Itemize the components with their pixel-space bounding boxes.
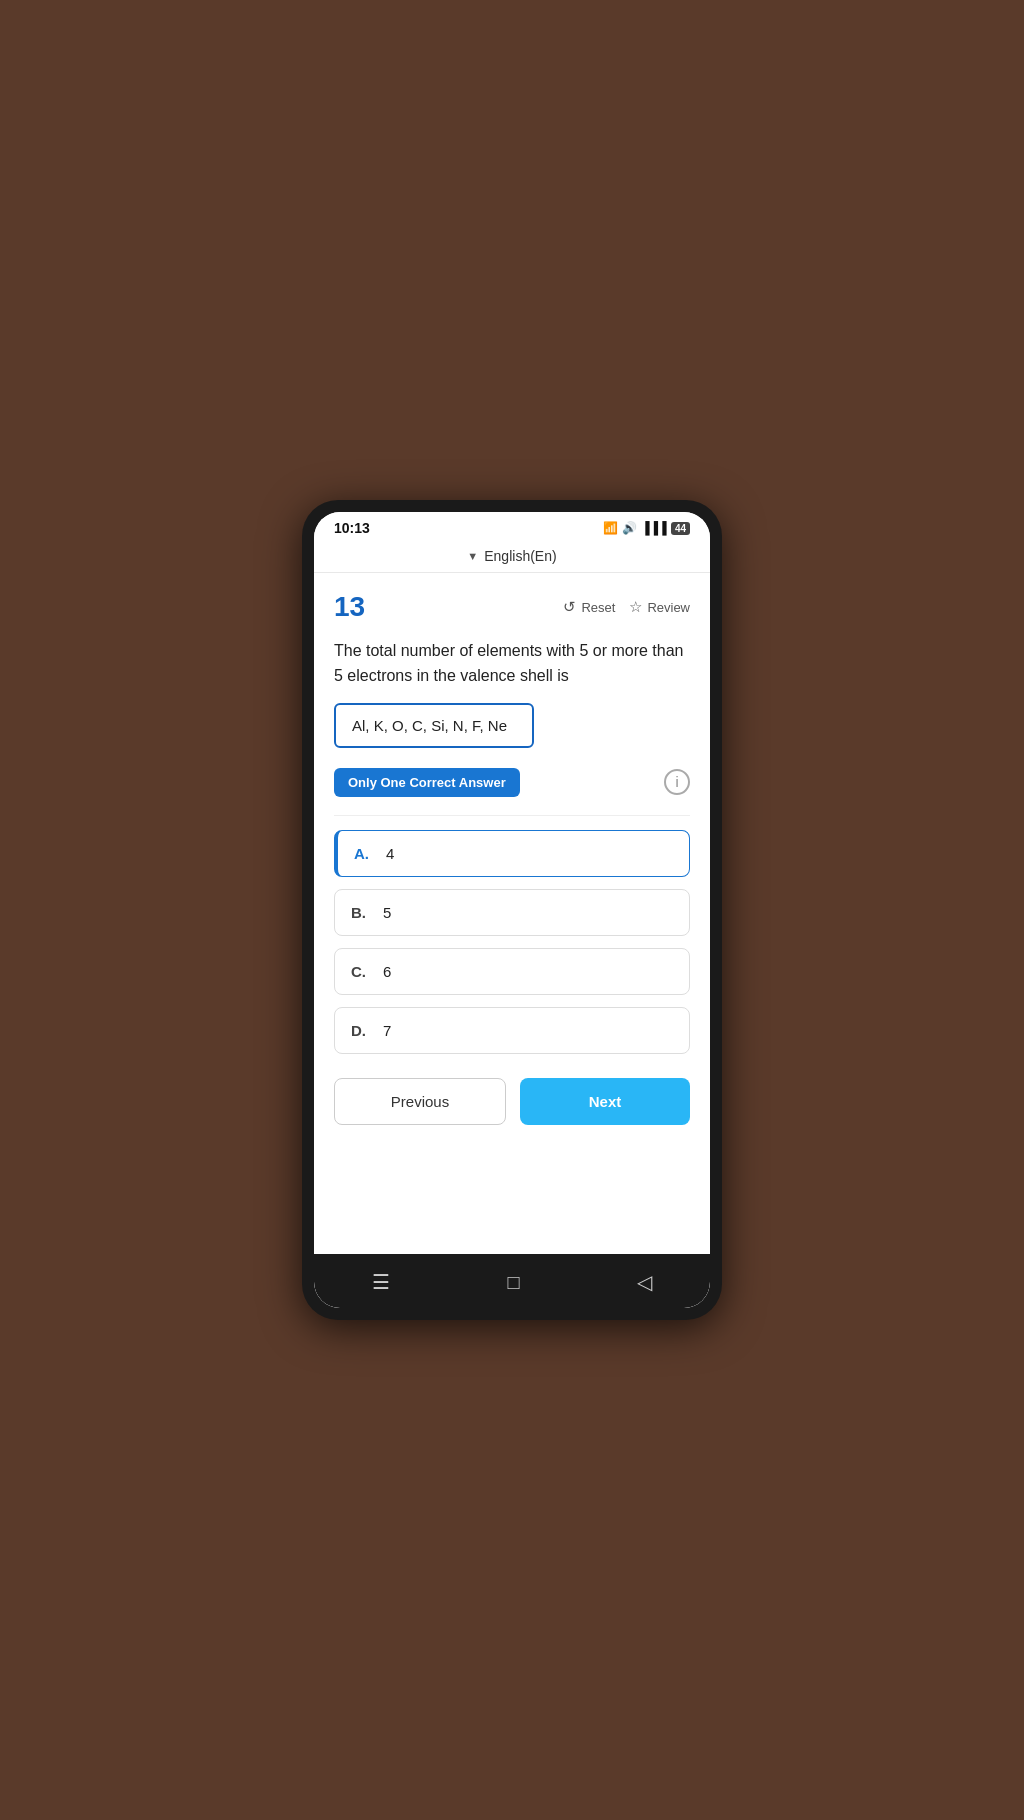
question-text: The total number of elements with 5 or m…: [334, 639, 690, 689]
star-icon: ☆: [629, 598, 642, 616]
option-d[interactable]: D. 7: [334, 1007, 690, 1054]
answer-type-row: Only One Correct Answer i: [334, 768, 690, 797]
option-c[interactable]: C. 6: [334, 948, 690, 995]
review-button[interactable]: ☆ Review: [629, 598, 690, 616]
status-icons: 📶 🔊 ▐▐▐ 44: [603, 521, 690, 535]
options-list: A. 4 B. 5 C. 6 D. 7: [334, 830, 690, 1054]
signal-bars-icon: ▐▐▐: [641, 521, 667, 535]
review-label: Review: [647, 600, 690, 615]
previous-button[interactable]: Previous: [334, 1078, 506, 1125]
back-icon[interactable]: ◁: [617, 1266, 672, 1298]
option-d-value: 7: [383, 1022, 391, 1039]
option-a-letter: A.: [354, 845, 374, 862]
option-b-value: 5: [383, 904, 391, 921]
status-bar: 10:13 📶 🔊 ▐▐▐ 44: [314, 512, 710, 542]
option-a-value: 4: [386, 845, 394, 862]
option-c-value: 6: [383, 963, 391, 980]
menu-icon[interactable]: ☰: [352, 1266, 410, 1298]
option-c-letter: C.: [351, 963, 371, 980]
option-b-letter: B.: [351, 904, 371, 921]
formula-box: Al, K, O, C, Si, N, F, Ne: [334, 703, 534, 748]
reset-button[interactable]: ↺ Reset: [563, 598, 615, 616]
bottom-nav: ☰ □ ◁: [314, 1254, 710, 1308]
option-d-letter: D.: [351, 1022, 371, 1039]
wifi-icon: 📶: [603, 521, 618, 535]
reset-icon: ↺: [563, 598, 576, 616]
chevron-down-icon: ▼: [467, 550, 478, 562]
header-actions: ↺ Reset ☆ Review: [563, 598, 690, 616]
question-header: 13 ↺ Reset ☆ Review: [334, 591, 690, 623]
next-button[interactable]: Next: [520, 1078, 690, 1125]
answer-type-badge[interactable]: Only One Correct Answer: [334, 768, 520, 797]
status-time: 10:13: [334, 520, 370, 536]
question-number: 13: [334, 591, 365, 623]
language-label: English(En): [484, 548, 556, 564]
nav-buttons: Previous Next: [334, 1078, 690, 1125]
content-area: 13 ↺ Reset ☆ Review The total number of …: [314, 573, 710, 1254]
reset-label: Reset: [581, 600, 615, 615]
phone-frame: 10:13 📶 🔊 ▐▐▐ 44 ▼ English(En) 13 ↺: [302, 500, 722, 1320]
battery-badge: 44: [671, 522, 690, 535]
option-b[interactable]: B. 5: [334, 889, 690, 936]
option-a[interactable]: A. 4: [334, 830, 690, 877]
signal-icon: 🔊: [622, 521, 637, 535]
home-icon[interactable]: □: [487, 1267, 539, 1298]
phone-screen: 10:13 📶 🔊 ▐▐▐ 44 ▼ English(En) 13 ↺: [314, 512, 710, 1308]
language-selector[interactable]: ▼ English(En): [467, 548, 556, 564]
language-bar: ▼ English(En): [314, 542, 710, 573]
divider: [334, 815, 690, 816]
info-icon[interactable]: i: [664, 769, 690, 795]
